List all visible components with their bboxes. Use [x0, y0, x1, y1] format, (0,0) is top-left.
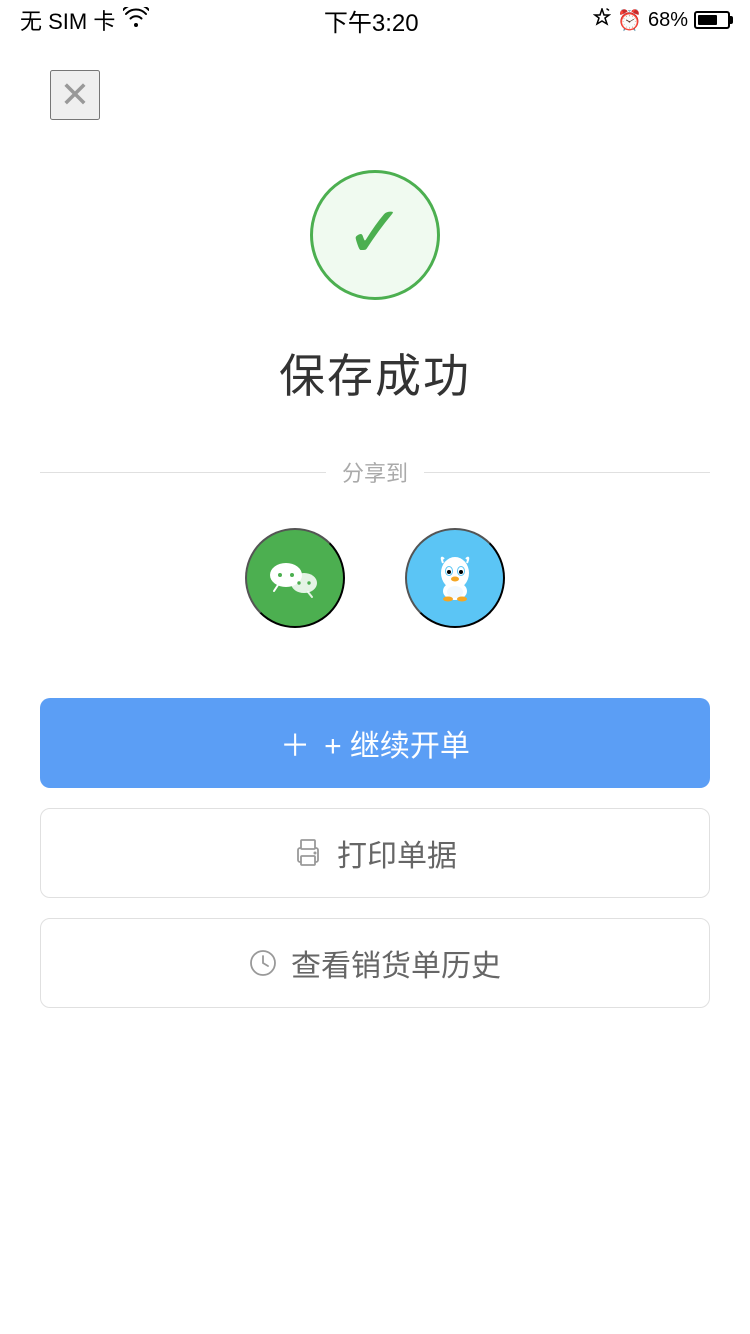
- continue-label: + 继续开单: [324, 721, 470, 765]
- share-label: 分享到: [342, 456, 408, 488]
- status-right: ⏰ 68%: [593, 8, 730, 33]
- qq-icon: [426, 549, 484, 607]
- alarm-icon: ⏰: [617, 8, 642, 33]
- status-left: 无 SIM 卡: [20, 4, 149, 36]
- continue-button[interactable]: ＋ + 继续开单: [40, 698, 710, 788]
- print-label: 打印单据: [337, 831, 457, 875]
- close-icon: ✕: [60, 77, 90, 113]
- wechat-icon: [266, 549, 324, 607]
- location-icon: [593, 8, 611, 32]
- share-section: 分享到: [40, 456, 710, 628]
- close-button[interactable]: ✕: [50, 70, 100, 120]
- status-bar: 无 SIM 卡 下午3:20 ⏰ 68%: [0, 0, 750, 40]
- main-content: ✕ ✓ 保存成功 分享到: [0, 40, 750, 1334]
- divider-row: 分享到: [40, 456, 710, 488]
- share-wechat-button[interactable]: [245, 528, 345, 628]
- checkmark-icon: ✓: [345, 197, 405, 269]
- status-time: 下午3:20: [324, 3, 419, 38]
- divider-right: [424, 472, 710, 473]
- battery-icon: [694, 11, 730, 29]
- action-buttons: ＋ + 继续开单 打印单据 查看销货单历: [40, 698, 710, 1008]
- print-button[interactable]: 打印单据: [40, 808, 710, 898]
- battery-text: 68%: [648, 9, 688, 32]
- divider-left: [40, 472, 326, 473]
- clock-icon: [249, 949, 277, 977]
- history-button[interactable]: 查看销货单历史: [40, 918, 710, 1008]
- no-sim-text: 无 SIM 卡: [20, 4, 115, 36]
- printer-icon: [293, 839, 323, 867]
- wifi-icon: [123, 7, 149, 33]
- share-qq-button[interactable]: [405, 528, 505, 628]
- success-title: 保存成功: [279, 340, 471, 406]
- share-icons-row: [245, 528, 505, 628]
- success-icon-circle: ✓: [310, 170, 440, 300]
- plus-icon: ＋: [280, 721, 310, 765]
- history-label: 查看销货单历史: [291, 941, 501, 985]
